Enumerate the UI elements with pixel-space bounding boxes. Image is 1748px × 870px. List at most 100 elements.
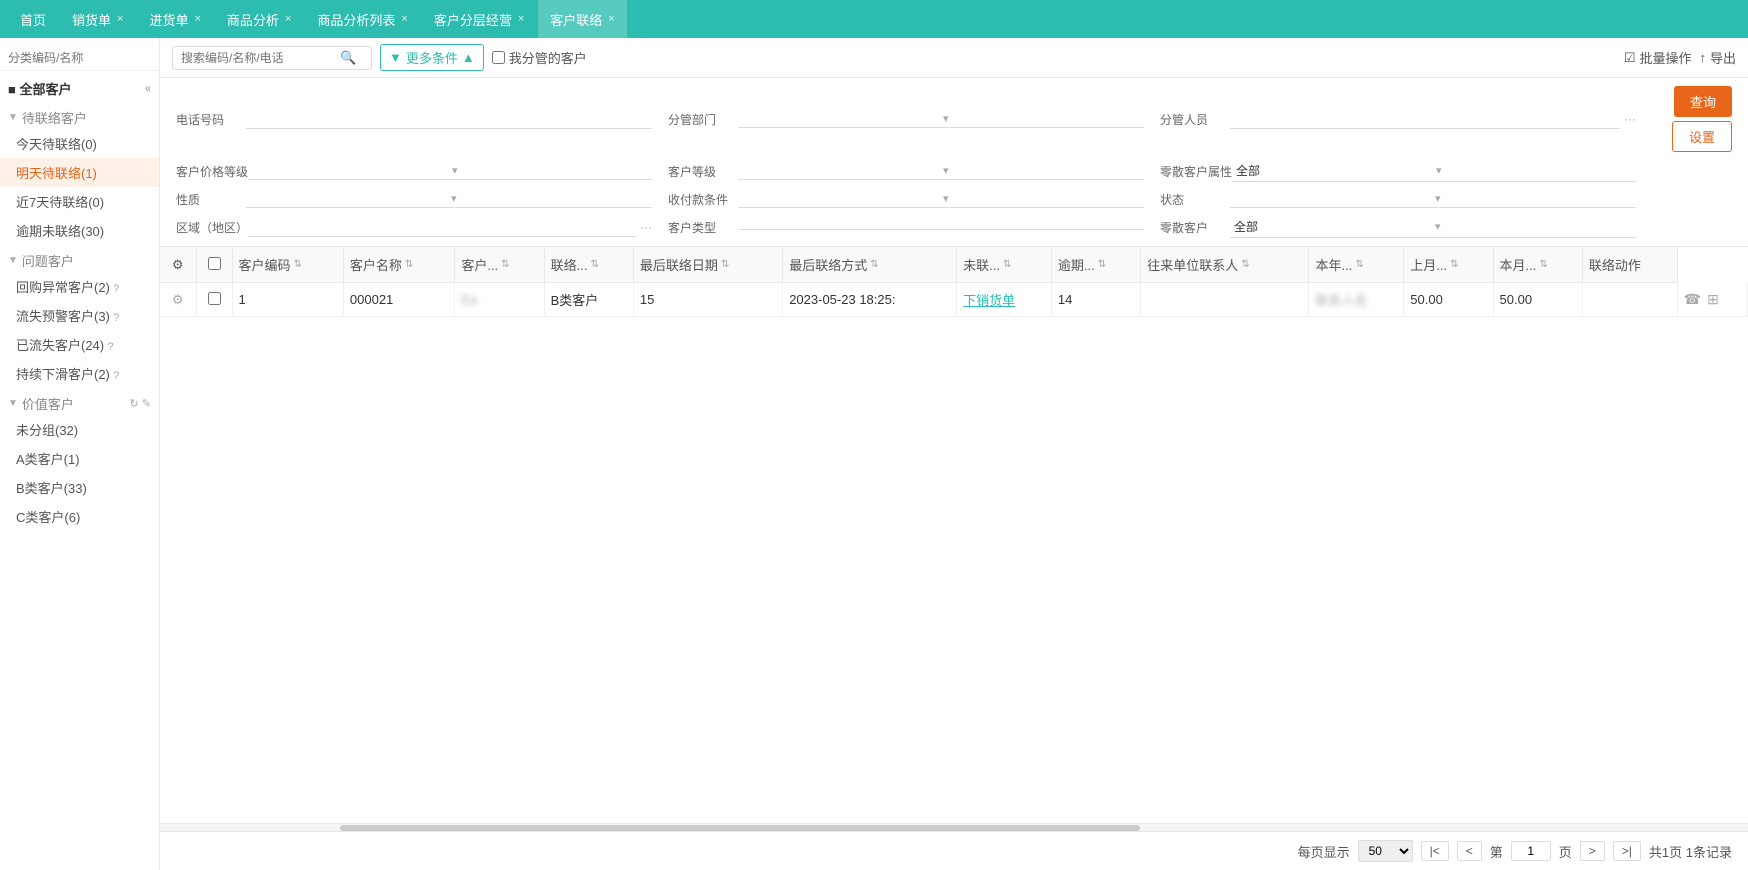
close-customer-contact-icon[interactable]: × <box>608 13 614 25</box>
sidebar-item-today-pending[interactable]: 今天待联络(0) <box>0 129 159 158</box>
payment-label: 收付款条件 <box>668 191 738 208</box>
nav-customer-segment[interactable]: 客户分层经营 × <box>422 0 536 38</box>
close-customer-segment-icon[interactable]: × <box>518 13 524 25</box>
sidebar-item-churn-warning[interactable]: 流失预警客户(3) ? <box>0 301 159 330</box>
row-gear-icon[interactable]: ⚙ <box>160 283 196 317</box>
row-code: 000021 <box>343 283 454 317</box>
customer-type-select[interactable] <box>738 225 1144 230</box>
status-select[interactable]: ▾ <box>1230 190 1636 208</box>
row-no-contact: 14 <box>1051 283 1140 317</box>
first-page-btn[interactable]: |< <box>1421 841 1449 861</box>
retail-customer-select[interactable]: 全部▾ <box>1230 216 1636 238</box>
sort-contact-count-icon: ⇅ <box>590 259 598 270</box>
my-customers-check[interactable] <box>492 51 505 64</box>
sidebar-search-area: 🔍 <box>0 46 159 71</box>
sidebar-item-abnormal-repurchase[interactable]: 回购异常客户(2) ? <box>0 272 159 301</box>
customer-level-select[interactable]: ▾ <box>738 162 1144 180</box>
more-conditions-btn[interactable]: ▼ 更多条件 ▲ <box>380 44 484 71</box>
sidebar-item-declining[interactable]: 持续下滑客户(2) ? <box>0 359 159 388</box>
sidebar-item-class-a[interactable]: A类客户(1) <box>0 444 159 473</box>
retail-attr-label: 零散客户属性 <box>1160 163 1232 180</box>
content-area: 🔍 ▼ 更多条件 ▲ 我分管的客户 ☑ 批量操作 ↑ 导出 <box>160 38 1748 870</box>
nav-sales-order[interactable]: 销货单 × <box>60 0 135 38</box>
page-size-select[interactable]: 50 20 100 200 <box>1358 840 1413 862</box>
filter-region: 区域（地区） ··· <box>176 218 652 237</box>
retail-attr-select[interactable]: 全部▾ <box>1232 160 1636 182</box>
row-contact-person: 联系人名 <box>1309 283 1404 317</box>
region-input[interactable] <box>248 218 636 237</box>
nav-product-analysis[interactable]: 商品分析 × <box>215 0 303 38</box>
nature-select[interactable]: ▾ <box>246 190 652 208</box>
sidebar-item-class-b[interactable]: B类客户(33) <box>0 473 159 502</box>
sidebar-all-customers[interactable]: ■ 全部客户 « <box>0 75 159 102</box>
adv-filter-row-2: 客户价格等级 ▾ 客户等级 ▾ 零散客户属性 全部▾ <box>176 160 1732 182</box>
my-customers-checkbox[interactable]: 我分管的客户 <box>492 48 587 67</box>
sidebar-item-class-c[interactable]: C类客户(6) <box>0 502 159 531</box>
top-nav: 首页 销货单 × 进货单 × 商品分析 × 商品分析列表 × 客户分层经营 × … <box>0 0 1748 38</box>
sidebar-item-ungrouped[interactable]: 未分组(32) <box>0 415 159 444</box>
set-btn[interactable]: 设置 <box>1672 121 1732 152</box>
nav-customer-contact[interactable]: 客户联络 × <box>538 0 626 38</box>
sidebar-item-tomorrow-pending[interactable]: 明天待联络(1) <box>0 158 159 187</box>
sidebar-search-input[interactable] <box>8 51 160 65</box>
main-search-icon[interactable]: 🔍 <box>340 50 356 66</box>
nav-home[interactable]: 首页 <box>8 0 58 38</box>
close-product-analysis-icon[interactable]: × <box>285 13 291 25</box>
row-last-method: 下销货单 <box>957 283 1052 317</box>
sidebar-pending-header: ▼ 待联络客户 <box>0 102 159 129</box>
next-page-btn[interactable]: > <box>1580 841 1605 861</box>
scrollbar-thumb[interactable] <box>340 825 1140 831</box>
sort-no-contact-icon: ⇅ <box>1003 259 1011 270</box>
action-phone-icon[interactable]: ☎ <box>1684 291 1701 308</box>
close-product-analysis-list-icon[interactable]: × <box>401 13 407 25</box>
sidebar-item-7days-pending[interactable]: 近7天待联络(0) <box>0 187 159 216</box>
region-dots[interactable]: ··· <box>640 220 652 234</box>
col-contact-person-header: 往来单位联系人⇅ <box>1141 247 1309 283</box>
close-sales-order-icon[interactable]: × <box>117 13 123 25</box>
adv-filter-row-4: 区域（地区） ··· 客户类型 零散客户 全部▾ <box>176 216 1732 238</box>
col-last-method-header: 最后联络方式⇅ <box>783 247 957 283</box>
col-check-header <box>196 247 232 283</box>
filter-phone: 电话号码 <box>176 110 652 129</box>
phone-input[interactable] <box>246 110 652 129</box>
advanced-filter: 电话号码 分管部门 ▾ 分管人员 ··· 查询 设置 <box>160 78 1748 247</box>
col-no-contact-header: 未联...⇅ <box>957 247 1052 283</box>
batch-op-btn[interactable]: ☑ 批量操作 <box>1624 48 1692 67</box>
export-btn[interactable]: ↑ 导出 <box>1699 48 1736 67</box>
filter-customer-level: 客户等级 ▾ <box>668 162 1144 180</box>
main-search-input[interactable] <box>181 51 336 65</box>
person-input[interactable] <box>1230 110 1620 129</box>
search-box[interactable]: 🔍 <box>172 46 372 70</box>
row-checkbox[interactable] <box>208 292 221 305</box>
col-overdue-header: 逾期...⇅ <box>1051 247 1140 283</box>
page-input[interactable] <box>1511 841 1551 861</box>
price-level-select[interactable]: ▾ <box>248 162 652 180</box>
sidebar-problem-header: ▼ 问题客户 <box>0 245 159 272</box>
table-row: ⚙ 1 000021 Ea B类客户 15 2023-05-23 18:25: … <box>160 283 1748 317</box>
sidebar: 🔍 ■ 全部客户 « ▼ 待联络客户 今天待联络(0) 明天待联络(1) 近7天… <box>0 38 160 870</box>
row-checkbox-cell[interactable] <box>196 283 232 317</box>
nav-product-analysis-list[interactable]: 商品分析列表 × <box>305 0 419 38</box>
horizontal-scrollbar[interactable] <box>160 823 1748 831</box>
col-type-header: 客户...⇅ <box>455 247 544 283</box>
col-name-header: 客户名称⇅ <box>343 247 454 283</box>
sort-name-icon: ⇅ <box>405 259 413 270</box>
sidebar-item-churned[interactable]: 已流失客户(24) ? <box>0 330 159 359</box>
action-grid-icon[interactable]: ⊞ <box>1707 291 1719 308</box>
customer-type-label: 客户类型 <box>668 219 738 236</box>
row-actions: ☎ ⊞ <box>1677 283 1747 317</box>
sidebar-item-overdue-pending[interactable]: 逾期未联络(30) <box>0 216 159 245</box>
close-purchase-order-icon[interactable]: × <box>194 13 200 25</box>
filter-person: 分管人员 ··· <box>1160 110 1636 129</box>
select-all-checkbox[interactable] <box>208 257 221 270</box>
person-label: 分管人员 <box>1160 111 1230 128</box>
filter-price-level: 客户价格等级 ▾ <box>176 162 652 180</box>
nav-purchase-order[interactable]: 进货单 × <box>137 0 212 38</box>
row-num: 1 <box>232 283 343 317</box>
query-btn[interactable]: 查询 <box>1674 86 1732 117</box>
prev-page-btn[interactable]: < <box>1457 841 1482 861</box>
last-page-btn[interactable]: >| <box>1613 841 1641 861</box>
payment-select[interactable]: ▾ <box>738 190 1144 208</box>
person-dots[interactable]: ··· <box>1624 112 1636 126</box>
dept-select[interactable]: ▾ <box>738 110 1144 128</box>
